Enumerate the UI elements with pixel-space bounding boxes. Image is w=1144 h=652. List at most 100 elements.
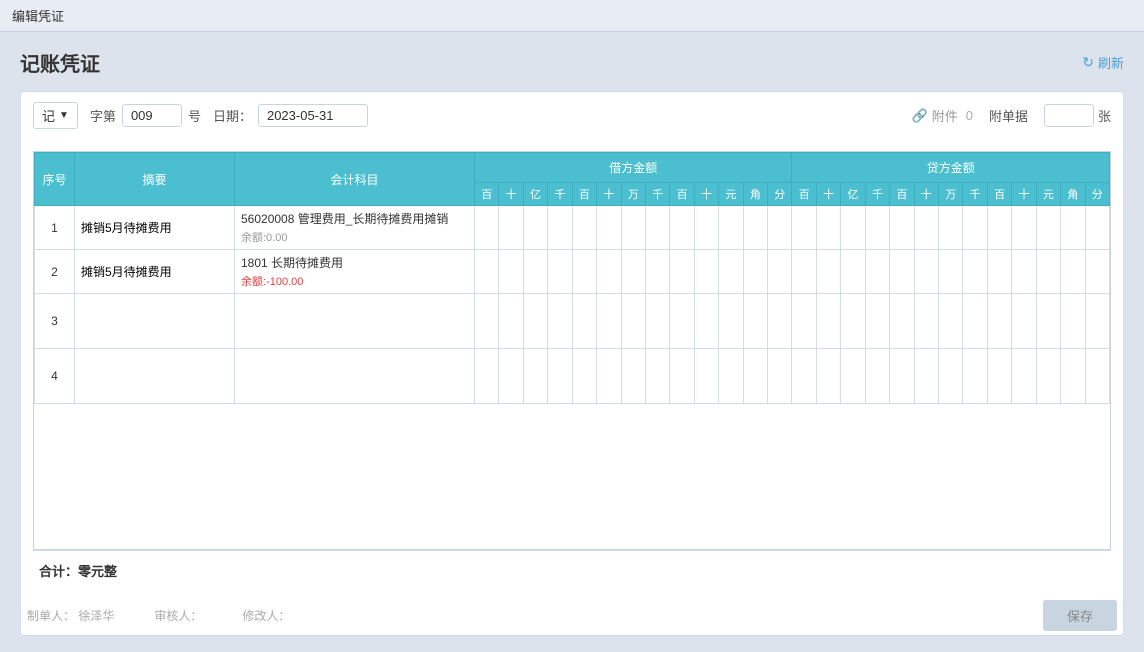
row3-d2[interactable]: [499, 294, 523, 349]
row3-c3[interactable]: [841, 294, 865, 349]
row4-c11[interactable]: [1036, 349, 1060, 404]
row1-c10[interactable]: [1012, 206, 1036, 250]
row1-d2[interactable]: [499, 206, 523, 250]
row1-d7[interactable]: [621, 206, 645, 250]
row3-c9[interactable]: [987, 294, 1011, 349]
row4-d9[interactable]: [670, 349, 694, 404]
row2-c2[interactable]: [816, 250, 840, 294]
row1-summary[interactable]: 摊销5月待摊费用: [75, 206, 235, 250]
row4-c5[interactable]: [890, 349, 914, 404]
row1-d3[interactable]: [523, 206, 547, 250]
row4-c10[interactable]: [1012, 349, 1036, 404]
save-button[interactable]: 保存: [1043, 600, 1117, 631]
row4-d6[interactable]: [597, 349, 621, 404]
row4-c8[interactable]: [963, 349, 987, 404]
row2-summary[interactable]: 摊销5月待摊费用: [75, 250, 235, 294]
row3-c10[interactable]: [1012, 294, 1036, 349]
row1-d11[interactable]: [719, 206, 743, 250]
row3-c6[interactable]: [914, 294, 938, 349]
row3-d11[interactable]: [719, 294, 743, 349]
row4-c3[interactable]: [841, 349, 865, 404]
row1-c12[interactable]: [1061, 206, 1085, 250]
row4-d5[interactable]: [572, 349, 596, 404]
row2-c6[interactable]: [914, 250, 938, 294]
row4-c13[interactable]: [1085, 349, 1109, 404]
row1-c1[interactable]: [792, 206, 816, 250]
row1-c9[interactable]: [987, 206, 1011, 250]
voucher-type-button[interactable]: 记 ▼: [33, 102, 78, 129]
row1-c2[interactable]: [816, 206, 840, 250]
row2-d3[interactable]: [523, 250, 547, 294]
row4-c1[interactable]: [792, 349, 816, 404]
table-scroll[interactable]: 序号 摘要 会计科目 借方金额 贷方金额 百 十 亿 千: [33, 151, 1111, 550]
row2-d5[interactable]: [572, 250, 596, 294]
row2-c13[interactable]: [1085, 250, 1109, 294]
row1-d5[interactable]: [572, 206, 596, 250]
row1-c5[interactable]: [890, 206, 914, 250]
row1-d1[interactable]: [475, 206, 499, 250]
row2-c10[interactable]: [1012, 250, 1036, 294]
row1-d6[interactable]: [597, 206, 621, 250]
row1-d4[interactable]: [548, 206, 572, 250]
row2-d10[interactable]: [694, 250, 718, 294]
row3-c5[interactable]: [890, 294, 914, 349]
date-input[interactable]: [258, 104, 368, 127]
row2-c3[interactable]: [841, 250, 865, 294]
row3-d12[interactable]: [743, 294, 767, 349]
zhang-input[interactable]: [1044, 104, 1094, 127]
row1-c7[interactable]: [939, 206, 963, 250]
row2-d4[interactable]: [548, 250, 572, 294]
row4-d3[interactable]: [523, 349, 547, 404]
row3-c4[interactable]: [865, 294, 889, 349]
row4-d12[interactable]: [743, 349, 767, 404]
row2-d13[interactable]: [768, 250, 792, 294]
row3-d9[interactable]: [670, 294, 694, 349]
row2-c12[interactable]: [1061, 250, 1085, 294]
row1-c11[interactable]: [1036, 206, 1060, 250]
row3-c13[interactable]: [1085, 294, 1109, 349]
row3-d10[interactable]: [694, 294, 718, 349]
row4-d13[interactable]: [768, 349, 792, 404]
row2-c11[interactable]: [1036, 250, 1060, 294]
row4-c12[interactable]: [1061, 349, 1085, 404]
refresh-button[interactable]: ↻ 刷新: [1082, 53, 1124, 72]
row2-d1[interactable]: [475, 250, 499, 294]
row2-d11[interactable]: [719, 250, 743, 294]
row2-c8[interactable]: [963, 250, 987, 294]
row3-d3[interactable]: [523, 294, 547, 349]
row3-d13[interactable]: [768, 294, 792, 349]
row4-d11[interactable]: [719, 349, 743, 404]
row3-d5[interactable]: [572, 294, 596, 349]
row2-c5[interactable]: [890, 250, 914, 294]
row3-d7[interactable]: [621, 294, 645, 349]
row2-d6[interactable]: [597, 250, 621, 294]
row4-d8[interactable]: [645, 349, 669, 404]
row3-account[interactable]: [235, 294, 475, 349]
row2-c4[interactable]: [865, 250, 889, 294]
row1-c3[interactable]: [841, 206, 865, 250]
row1-c13[interactable]: [1085, 206, 1109, 250]
row2-d12[interactable]: [743, 250, 767, 294]
row3-d8[interactable]: [645, 294, 669, 349]
row3-c1[interactable]: [792, 294, 816, 349]
row2-d9[interactable]: [670, 250, 694, 294]
row3-c7[interactable]: [939, 294, 963, 349]
zi-di-input[interactable]: [122, 104, 182, 127]
row4-c2[interactable]: [816, 349, 840, 404]
row2-d2[interactable]: [499, 250, 523, 294]
row3-d1[interactable]: [475, 294, 499, 349]
row2-d8[interactable]: [645, 250, 669, 294]
row4-d10[interactable]: [694, 349, 718, 404]
row1-d10[interactable]: [694, 206, 718, 250]
row3-c11[interactable]: [1036, 294, 1060, 349]
row1-c4[interactable]: [865, 206, 889, 250]
row3-summary[interactable]: [75, 294, 235, 349]
row4-summary[interactable]: [75, 349, 235, 404]
row3-c12[interactable]: [1061, 294, 1085, 349]
row1-account[interactable]: 56020008 管理费用_长期待摊费用摊销 余额:0.00: [235, 206, 475, 250]
row4-account[interactable]: [235, 349, 475, 404]
row4-c9[interactable]: [987, 349, 1011, 404]
row2-c1[interactable]: [792, 250, 816, 294]
row4-d2[interactable]: [499, 349, 523, 404]
row1-d9[interactable]: [670, 206, 694, 250]
